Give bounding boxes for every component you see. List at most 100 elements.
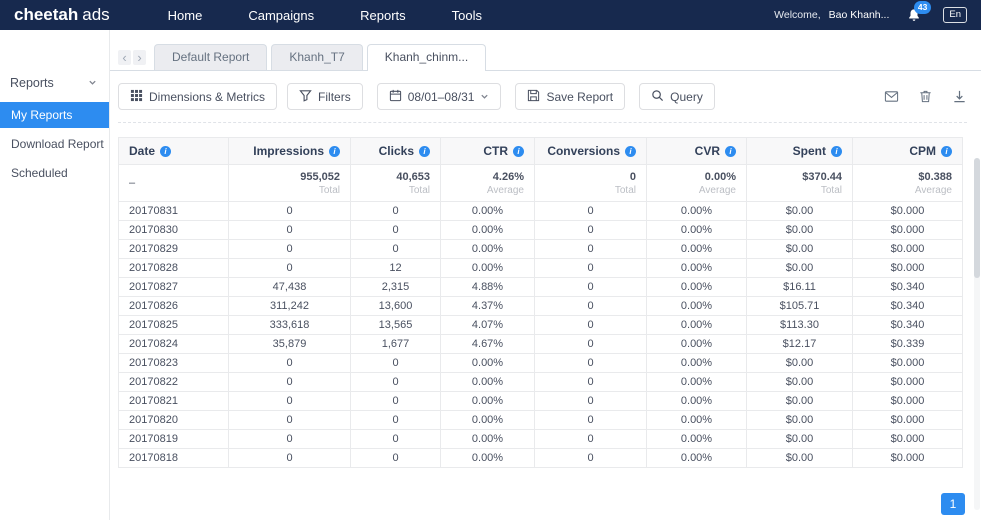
- logo-text-light: ads: [82, 5, 110, 24]
- total-sublabel: Total: [614, 184, 636, 196]
- total-cell: 0 Total: [534, 164, 647, 202]
- tab-scroll-arrows: [118, 50, 146, 65]
- nav-item-tools[interactable]: Tools: [452, 8, 482, 23]
- notifications-button[interactable]: 43: [907, 1, 932, 22]
- info-icon[interactable]: [329, 146, 340, 157]
- table-row: 20170828 0 12 0.00% 0 0.00% $0.00 $0.000: [118, 258, 963, 278]
- topbar-right: Welcome, Bao Khanh... 43 En: [774, 1, 967, 23]
- date-range-label: 08/01–08/31: [407, 89, 475, 104]
- download-icon[interactable]: [952, 89, 967, 104]
- column-header-ctr[interactable]: CTR: [440, 137, 535, 165]
- column-header-conversions[interactable]: Conversions: [534, 137, 647, 165]
- info-icon[interactable]: [419, 146, 430, 157]
- value-cell: $0.00: [746, 410, 853, 430]
- total-cell: 40,653 Total: [350, 164, 441, 202]
- value-cell: 0: [350, 429, 441, 449]
- value-cell: 0: [534, 410, 647, 430]
- app-logo[interactable]: cheetah ads: [14, 5, 110, 25]
- info-icon[interactable]: [513, 146, 524, 157]
- sidebar-item-my-reports[interactable]: My Reports: [0, 102, 109, 128]
- value-cell: 0: [534, 429, 647, 449]
- column-header-clicks[interactable]: Clicks: [350, 137, 441, 165]
- filters-button[interactable]: Filters: [287, 83, 363, 110]
- grid-icon: [130, 89, 143, 105]
- column-header-impressions[interactable]: Impressions: [228, 137, 351, 165]
- value-cell: 0.00%: [646, 391, 747, 411]
- value-cell: 333,618: [228, 315, 351, 335]
- report-tabbar: Default Report Khanh_T7 Khanh_chinm...: [110, 44, 981, 71]
- table-row: 20170829 0 0 0.00% 0 0.00% $0.00 $0.000: [118, 239, 963, 259]
- info-icon[interactable]: [831, 146, 842, 157]
- tab-scroll-left-icon[interactable]: [118, 50, 131, 65]
- tab-scroll-right-icon[interactable]: [133, 50, 146, 65]
- nav-item-campaigns[interactable]: Campaigns: [248, 8, 314, 23]
- value-cell: 0.00%: [440, 410, 535, 430]
- total-value: 955,052: [300, 170, 340, 183]
- info-icon[interactable]: [725, 146, 736, 157]
- date-cell: 20170818: [118, 448, 229, 468]
- value-cell: $0.00: [746, 429, 853, 449]
- tab-khanh-t7[interactable]: Khanh_T7: [271, 44, 363, 70]
- page-1-button[interactable]: 1: [941, 493, 965, 515]
- tab-default-report[interactable]: Default Report: [154, 44, 268, 70]
- language-selector[interactable]: En: [943, 7, 967, 23]
- value-cell: 0: [350, 391, 441, 411]
- dimensions-metrics-button[interactable]: Dimensions & Metrics: [118, 83, 278, 110]
- table-row: 20170826 311,242 13,600 4.37% 0 0.00% $105.71 $…: [118, 296, 963, 316]
- save-icon: [527, 89, 540, 105]
- value-cell: $0.340: [852, 296, 963, 316]
- column-header-cpm[interactable]: CPM: [852, 137, 963, 165]
- value-cell: 0: [228, 201, 351, 221]
- pagination: 1: [941, 493, 965, 515]
- sidebar-item-scheduled[interactable]: Scheduled: [0, 160, 109, 186]
- nav-item-reports[interactable]: Reports: [360, 8, 406, 23]
- info-icon[interactable]: [941, 146, 952, 157]
- value-cell: $0.00: [746, 372, 853, 392]
- tab-khanh-chinm[interactable]: Khanh_chinm...: [366, 44, 487, 71]
- column-header-date[interactable]: Date: [118, 137, 229, 165]
- total-sublabel: Average: [698, 184, 736, 196]
- value-cell: 0: [228, 353, 351, 373]
- table-row: 20170819 0 0 0.00% 0 0.00% $0.00 $0.000: [118, 429, 963, 449]
- logo-text-bold: cheetah: [14, 5, 79, 24]
- value-cell: $12.17: [746, 334, 853, 354]
- total-value: 0.00%: [704, 170, 736, 183]
- search-icon: [651, 89, 664, 105]
- toolbar-right-icons: [884, 89, 967, 104]
- filters-label: Filters: [318, 89, 351, 104]
- column-header-spent[interactable]: Spent: [746, 137, 853, 165]
- value-cell: 0.00%: [646, 315, 747, 335]
- value-cell: 0.00%: [440, 372, 535, 392]
- date-range-picker[interactable]: 08/01–08/31: [376, 83, 502, 110]
- value-cell: 13,565: [350, 315, 441, 335]
- mail-icon[interactable]: [884, 89, 899, 104]
- value-cell: $0.00: [746, 201, 853, 221]
- total-sublabel: Total: [408, 184, 430, 196]
- value-cell: 0.00%: [440, 239, 535, 259]
- info-icon[interactable]: [625, 146, 636, 157]
- total-sublabel: Average: [914, 184, 952, 196]
- date-cell: 20170831: [118, 201, 229, 221]
- total-sublabel: Average: [486, 184, 524, 196]
- value-cell: 0.00%: [646, 372, 747, 392]
- info-icon[interactable]: [160, 146, 172, 157]
- app-body: Reports My Reports Download Report Sched…: [0, 30, 981, 520]
- column-label: Impressions: [253, 144, 324, 158]
- column-header-cvr[interactable]: CVR: [646, 137, 747, 165]
- sidebar-item-download-report[interactable]: Download Report: [0, 131, 109, 157]
- value-cell: $0.00: [746, 448, 853, 468]
- vertical-scrollbar[interactable]: [974, 158, 980, 510]
- total-value: 40,653: [396, 170, 430, 183]
- value-cell: 0.00%: [646, 258, 747, 278]
- scrollbar-thumb[interactable]: [974, 158, 980, 278]
- username-menu[interactable]: Bao Khanh...: [829, 9, 890, 21]
- trash-icon[interactable]: [918, 89, 933, 104]
- value-cell: $0.00: [746, 220, 853, 240]
- sidebar-section-reports[interactable]: Reports: [0, 72, 109, 102]
- save-report-button[interactable]: Save Report: [515, 83, 626, 110]
- value-cell: 2,315: [350, 277, 441, 297]
- total-cell: $370.44 Total: [746, 164, 853, 202]
- value-cell: 0.00%: [646, 220, 747, 240]
- nav-item-home[interactable]: Home: [168, 8, 203, 23]
- query-button[interactable]: Query: [639, 83, 715, 110]
